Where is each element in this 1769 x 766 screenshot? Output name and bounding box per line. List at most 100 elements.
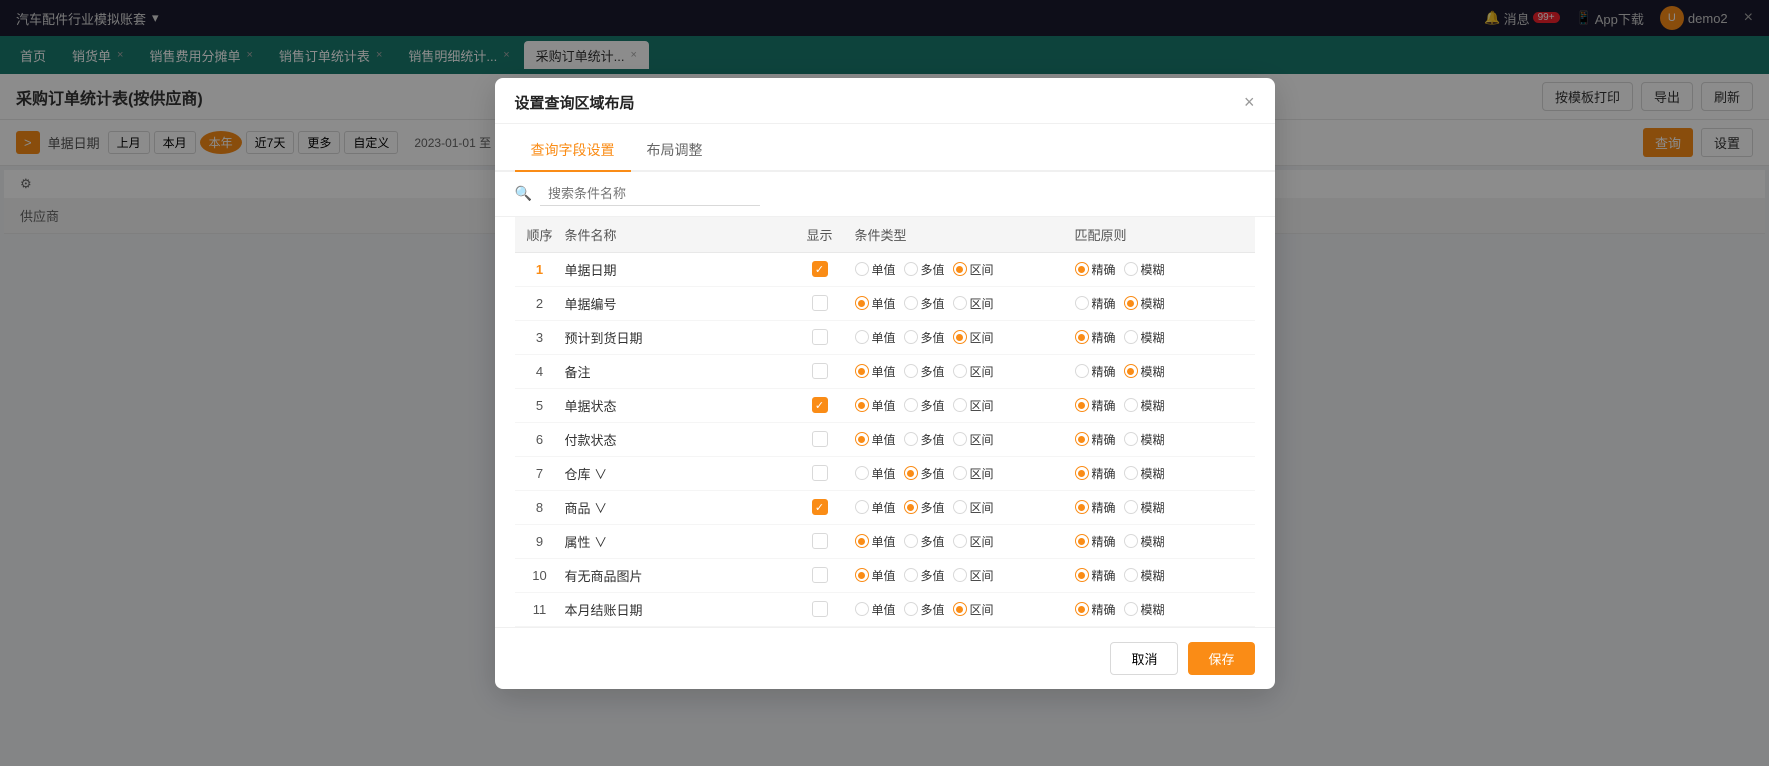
search-input[interactable] bbox=[540, 182, 760, 206]
type-radio-single[interactable]: 单值 bbox=[855, 329, 896, 346]
type-radio-range[interactable]: 区间 bbox=[953, 363, 994, 380]
row-condition-name: 单据日期 bbox=[565, 260, 785, 279]
type-radio-range[interactable]: 区间 bbox=[953, 261, 994, 278]
type-radio-single[interactable]: 单值 bbox=[855, 431, 896, 448]
show-checkbox[interactable] bbox=[812, 567, 828, 583]
type-radio-multi[interactable]: 多值 bbox=[904, 567, 945, 584]
dialog-header: 设置查询区域布局 × bbox=[495, 78, 1275, 124]
radio-circle-single bbox=[855, 568, 869, 582]
type-radio-single[interactable]: 单值 bbox=[855, 397, 896, 414]
cancel-button[interactable]: 取消 bbox=[1110, 642, 1178, 675]
table-row: 4备注单值多值区间精确模糊 bbox=[515, 355, 1255, 389]
type-radio-single[interactable]: 单值 bbox=[855, 499, 896, 516]
row-match-col: 精确模糊 bbox=[1075, 295, 1255, 312]
radio-label-single: 单值 bbox=[872, 499, 896, 516]
show-checkbox[interactable] bbox=[812, 533, 828, 549]
match-radio-fuzzy[interactable]: 模糊 bbox=[1124, 601, 1165, 618]
show-checkbox[interactable] bbox=[812, 431, 828, 447]
dialog-tabs: 查询字段设置 布局调整 bbox=[495, 124, 1275, 172]
match-radio-fuzzy[interactable]: 模糊 bbox=[1124, 567, 1165, 584]
radio-label-single: 单值 bbox=[872, 601, 896, 618]
type-radio-range[interactable]: 区间 bbox=[953, 329, 994, 346]
type-radio-multi[interactable]: 多值 bbox=[904, 363, 945, 380]
show-checkbox[interactable] bbox=[812, 329, 828, 345]
show-checkbox[interactable] bbox=[812, 601, 828, 617]
dialog-tab-query-fields[interactable]: 查询字段设置 bbox=[515, 134, 631, 172]
show-checkbox[interactable] bbox=[812, 261, 828, 277]
match-radio-exact[interactable]: 精确 bbox=[1075, 465, 1116, 482]
row-condition-name: 商品 ∨ bbox=[565, 498, 785, 517]
type-radio-single[interactable]: 单值 bbox=[855, 261, 896, 278]
match-radio-exact[interactable]: 精确 bbox=[1075, 295, 1116, 312]
type-radio-multi[interactable]: 多值 bbox=[904, 295, 945, 312]
row-match-col: 精确模糊 bbox=[1075, 533, 1255, 550]
type-radio-single[interactable]: 单值 bbox=[855, 567, 896, 584]
dialog-tab-layout[interactable]: 布局调整 bbox=[631, 134, 719, 172]
match-radio-exact[interactable]: 精确 bbox=[1075, 431, 1116, 448]
match-circle-fuzzy bbox=[1124, 466, 1138, 480]
match-radio-exact[interactable]: 精确 bbox=[1075, 329, 1116, 346]
dialog-footer: 取消 保存 bbox=[495, 627, 1275, 689]
match-radio-exact[interactable]: 精确 bbox=[1075, 601, 1116, 618]
match-radio-fuzzy[interactable]: 模糊 bbox=[1124, 295, 1165, 312]
type-radio-multi[interactable]: 多值 bbox=[904, 533, 945, 550]
type-radio-single[interactable]: 单值 bbox=[855, 533, 896, 550]
match-radio-exact[interactable]: 精确 bbox=[1075, 261, 1116, 278]
type-radio-range[interactable]: 区间 bbox=[953, 567, 994, 584]
match-label-fuzzy: 模糊 bbox=[1141, 363, 1165, 380]
radio-label-range: 区间 bbox=[970, 363, 994, 380]
match-radio-fuzzy[interactable]: 模糊 bbox=[1124, 499, 1165, 516]
type-radio-range[interactable]: 区间 bbox=[953, 533, 994, 550]
type-radio-range[interactable]: 区间 bbox=[953, 431, 994, 448]
match-radio-fuzzy[interactable]: 模糊 bbox=[1124, 363, 1165, 380]
match-radio-fuzzy[interactable]: 模糊 bbox=[1124, 431, 1165, 448]
show-checkbox[interactable] bbox=[812, 397, 828, 413]
row-type-col: 单值多值 区间 bbox=[855, 363, 1075, 380]
type-radio-single[interactable]: 单值 bbox=[855, 465, 896, 482]
match-radio-exact[interactable]: 精确 bbox=[1075, 499, 1116, 516]
type-radio-single[interactable]: 单值 bbox=[855, 363, 896, 380]
match-radio-fuzzy[interactable]: 模糊 bbox=[1124, 329, 1165, 346]
dialog-rows-container: 1单据日期单值多值区间精确模糊2单据编号单值多值区间精确模糊3预计到货日期单值多… bbox=[515, 253, 1255, 627]
show-checkbox[interactable] bbox=[812, 363, 828, 379]
type-radio-range[interactable]: 区间 bbox=[953, 295, 994, 312]
show-checkbox[interactable] bbox=[812, 295, 828, 311]
match-radio-fuzzy[interactable]: 模糊 bbox=[1124, 261, 1165, 278]
row-order: 10 bbox=[515, 568, 565, 583]
match-radio-exact[interactable]: 精确 bbox=[1075, 567, 1116, 584]
row-show-col bbox=[785, 601, 855, 617]
type-radio-range[interactable]: 区间 bbox=[953, 601, 994, 618]
match-radio-exact[interactable]: 精确 bbox=[1075, 363, 1116, 380]
dialog-close-button[interactable]: × bbox=[1244, 92, 1255, 113]
save-button[interactable]: 保存 bbox=[1188, 642, 1254, 675]
radio-label-single: 单值 bbox=[872, 261, 896, 278]
type-radio-single[interactable]: 单值 bbox=[855, 601, 896, 618]
type-radio-multi[interactable]: 多值 bbox=[904, 329, 945, 346]
row-condition-name: 仓库 ∨ bbox=[565, 464, 785, 483]
type-radio-range[interactable]: 区间 bbox=[953, 397, 994, 414]
radio-label-range: 区间 bbox=[970, 261, 994, 278]
match-radio-fuzzy[interactable]: 模糊 bbox=[1124, 465, 1165, 482]
match-radio-exact[interactable]: 精确 bbox=[1075, 397, 1116, 414]
type-radio-single[interactable]: 单值 bbox=[855, 295, 896, 312]
radio-circle-single bbox=[855, 602, 869, 616]
show-checkbox[interactable] bbox=[812, 465, 828, 481]
type-radio-multi[interactable]: 多值 bbox=[904, 397, 945, 414]
match-radio-exact[interactable]: 精确 bbox=[1075, 533, 1116, 550]
radio-label-multi: 多值 bbox=[921, 295, 945, 312]
type-radio-multi[interactable]: 多值 bbox=[904, 431, 945, 448]
type-radio-multi[interactable]: 多值 bbox=[904, 499, 945, 516]
type-radio-range[interactable]: 区间 bbox=[953, 499, 994, 516]
type-radio-multi[interactable]: 多值 bbox=[904, 261, 945, 278]
match-radio-fuzzy[interactable]: 模糊 bbox=[1124, 397, 1165, 414]
show-checkbox[interactable] bbox=[812, 499, 828, 515]
radio-circle-multi bbox=[904, 466, 918, 480]
type-radio-multi[interactable]: 多值 bbox=[904, 465, 945, 482]
type-radio-range[interactable]: 区间 bbox=[953, 465, 994, 482]
match-radio-fuzzy[interactable]: 模糊 bbox=[1124, 533, 1165, 550]
type-radio-multi[interactable]: 多值 bbox=[904, 601, 945, 618]
match-circle-fuzzy bbox=[1124, 262, 1138, 276]
row-order: 5 bbox=[515, 398, 565, 413]
row-match-col: 精确模糊 bbox=[1075, 329, 1255, 346]
radio-circle-range bbox=[953, 296, 967, 310]
